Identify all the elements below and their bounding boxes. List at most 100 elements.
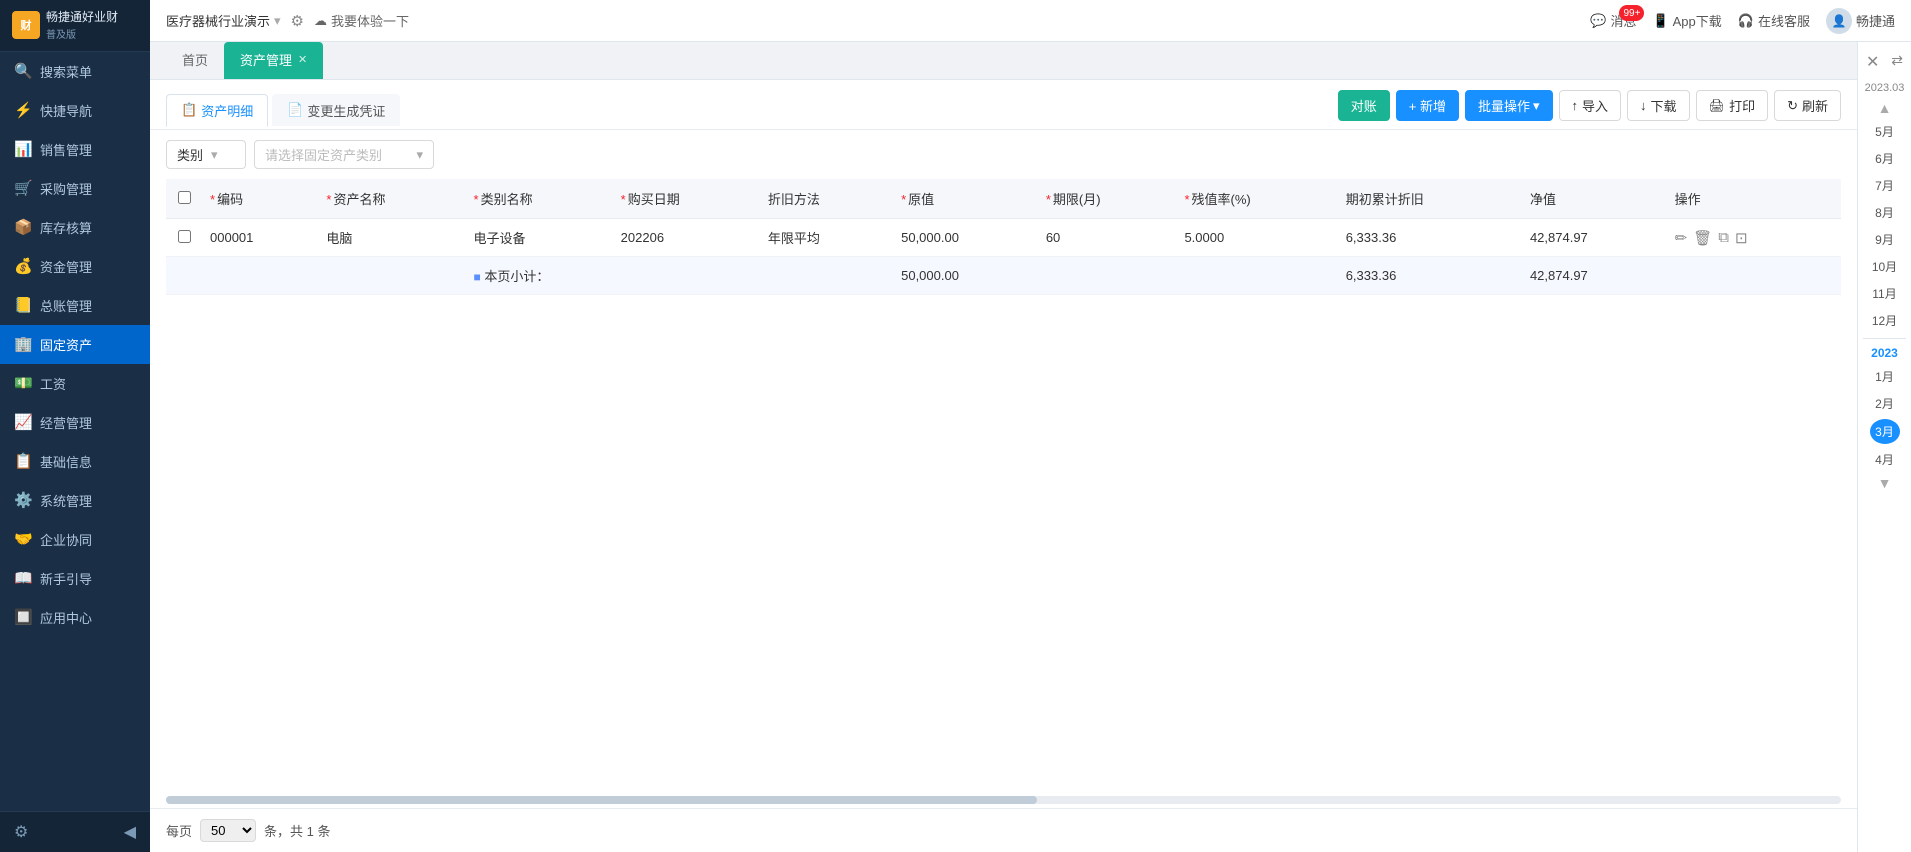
ledger-icon: 📒	[14, 296, 32, 314]
experience-label: 我要体验一下	[331, 11, 409, 30]
app-center-icon: 🔲	[14, 608, 32, 626]
sidebar-item-search[interactable]: 🔍 搜索菜单	[0, 52, 150, 91]
pagination: 每页 50 10 20 100 条，共 1 条	[150, 808, 1857, 852]
month-11[interactable]: 11月	[1858, 280, 1911, 307]
print-icon: 🖨	[1709, 98, 1726, 114]
batch-button[interactable]: 批量操作 ▾	[1465, 90, 1553, 121]
action-icons: ✏ 🗑 ⧉ ⊡	[1675, 229, 1833, 247]
import-label: 导入	[1582, 96, 1608, 115]
more-icon[interactable]: ⊡	[1735, 229, 1748, 247]
sidebar-item-label: 应用中心	[40, 608, 92, 627]
subtab-asset-detail-label: 资产明细	[201, 101, 253, 120]
guide-icon: 📖	[14, 569, 32, 587]
sidebar-item-guide[interactable]: 📖 新手引导	[0, 559, 150, 598]
sidebar-item-cooperation[interactable]: 🤝 企业协同	[0, 520, 150, 559]
subtab-depreciation-label: 变更生成凭证	[307, 101, 385, 120]
cell-purchase-date: 202206	[613, 219, 760, 257]
per-page-select[interactable]: 50 10 20 100	[200, 819, 256, 842]
tab-asset-mgmt[interactable]: 资产管理 ✕	[224, 42, 323, 79]
subtotal-empty6	[1667, 257, 1841, 295]
online-service-button[interactable]: 🎧 在线客服	[1738, 11, 1810, 30]
right-panel: ✕ ⇄ 2023.03 ▲ 5月 6月 7月 8月 9月 10月 11月 12月…	[1857, 42, 1911, 852]
settings-button[interactable]: ⚙	[291, 12, 304, 30]
subtotal-net-value: 42,874.97	[1522, 257, 1667, 295]
month-6[interactable]: 6月	[1858, 145, 1911, 172]
app-download-button[interactable]: 📱 App下载	[1652, 11, 1721, 30]
sidebar-item-purchase[interactable]: 🛒 采购管理	[0, 169, 150, 208]
header-period: *期限(月)	[1038, 179, 1177, 219]
sidebar-item-app-center[interactable]: 🔲 应用中心	[0, 598, 150, 637]
tab-close-icon[interactable]: ✕	[298, 53, 307, 66]
nav-down-icon[interactable]: ▼	[1876, 473, 1894, 493]
content-area: 首页 资产管理 ✕ 📋 资产明细 📄 变更生成凭证	[150, 42, 1911, 852]
horizontal-scrollbar[interactable]	[166, 796, 1841, 804]
import-button[interactable]: ↑ 导入	[1559, 90, 1622, 121]
print-button[interactable]: 🖨 打印	[1696, 90, 1769, 121]
experience-button[interactable]: ☁ 我要体验一下	[314, 11, 409, 30]
subtab-depreciation-voucher[interactable]: 📄 变更生成凭证	[272, 94, 400, 126]
table-row: 000001 电脑 电子设备 202206 年限平均 50,000.00 60 …	[166, 219, 1841, 257]
sub-tabs: 📋 资产明细 📄 变更生成凭证 对账 + 新增	[150, 80, 1857, 130]
right-panel-close-icon[interactable]: ✕	[1862, 48, 1883, 76]
subtotal-empty4	[1038, 257, 1177, 295]
inventory-icon: 📦	[14, 218, 32, 236]
collapse-icon[interactable]: ◀	[124, 822, 136, 842]
category-filter[interactable]: 类别 ▾	[166, 140, 246, 169]
tab-home[interactable]: 首页	[166, 42, 224, 79]
sidebar-item-inventory[interactable]: 📦 库存核算	[0, 208, 150, 247]
sidebar-item-quick-nav[interactable]: ⚡ 快捷导航	[0, 91, 150, 130]
month-10[interactable]: 10月	[1858, 253, 1911, 280]
month-12[interactable]: 12月	[1858, 307, 1911, 334]
header-checkbox-cell	[166, 179, 202, 219]
category-input[interactable]: 请选择固定资产类别 ▾	[254, 140, 434, 169]
copy-icon[interactable]: ⧉	[1718, 229, 1729, 246]
month-4[interactable]: 4月	[1858, 446, 1911, 473]
month-3-active[interactable]: 3月	[1870, 419, 1900, 444]
sidebar-item-general-ledger[interactable]: 📒 总账管理	[0, 286, 150, 325]
sidebar-item-fixed-assets[interactable]: 🏢 固定资产	[0, 325, 150, 364]
table-header-row: *编码 *资产名称 *类别名称 *购买日期 折旧方法 *原值 *期限(月) *残…	[166, 179, 1841, 219]
sidebar-item-funds[interactable]: 💰 资金管理	[0, 247, 150, 286]
subtotal-empty3	[318, 257, 465, 295]
cooperation-icon: 🤝	[14, 530, 32, 548]
sidebar-item-system[interactable]: ⚙️ 系统管理	[0, 481, 150, 520]
user-area[interactable]: 👤 畅捷通	[1826, 8, 1895, 34]
month-9[interactable]: 9月	[1858, 226, 1911, 253]
category-filter-arrow: ▾	[211, 147, 218, 163]
cell-original-value: 50,000.00	[893, 219, 1038, 257]
new-button[interactable]: + 新增	[1396, 90, 1459, 121]
message-button[interactable]: 💬 消息 99+	[1590, 11, 1636, 30]
quick-nav-icon: ⚡	[14, 101, 32, 119]
sidebar-menu: 🔍 搜索菜单 ⚡ 快捷导航 📊 销售管理 🛒 采购管理 📦 库存核算 💰 资金管…	[0, 52, 150, 811]
subtab-asset-detail[interactable]: 📋 资产明细	[166, 94, 268, 127]
month-8[interactable]: 8月	[1858, 199, 1911, 226]
right-panel-expand-icon[interactable]: ⇄	[1887, 48, 1907, 78]
settings-icon[interactable]: ⚙	[14, 822, 28, 842]
sidebar-item-operations[interactable]: 📈 经营管理	[0, 403, 150, 442]
download-button[interactable]: ↓ 下载	[1627, 90, 1690, 121]
page-content: 首页 资产管理 ✕ 📋 资产明细 📄 变更生成凭证	[150, 42, 1857, 852]
refresh-label: 刷新	[1802, 96, 1828, 115]
month-1[interactable]: 1月	[1858, 363, 1911, 390]
scrollbar-thumb[interactable]	[166, 796, 1037, 804]
delete-icon[interactable]: 🗑	[1693, 229, 1712, 247]
batch-dropdown-icon: ▾	[1533, 98, 1540, 114]
month-7[interactable]: 7月	[1858, 172, 1911, 199]
select-all-checkbox[interactable]	[178, 191, 191, 204]
account-button[interactable]: 对账	[1338, 90, 1390, 121]
nav-up-icon[interactable]: ▲	[1876, 98, 1894, 118]
month-5[interactable]: 5月	[1858, 118, 1911, 145]
refresh-button[interactable]: ↻ 刷新	[1774, 90, 1841, 121]
subtotal-empty	[166, 257, 202, 295]
sidebar-item-payroll[interactable]: 💵 工资	[0, 364, 150, 403]
cell-action: ✏ 🗑 ⧉ ⊡	[1667, 219, 1841, 257]
sidebar-item-sales[interactable]: 📊 销售管理	[0, 130, 150, 169]
message-icon: 💬	[1590, 13, 1606, 29]
edit-icon[interactable]: ✏	[1675, 229, 1688, 247]
company-selector[interactable]: 医疗器械行业演示 ▾	[166, 11, 281, 30]
sidebar-item-basic-info[interactable]: 📋 基础信息	[0, 442, 150, 481]
row-checkbox[interactable]	[178, 230, 191, 243]
inner-page: 📋 资产明细 📄 变更生成凭证 对账 + 新增	[150, 80, 1857, 852]
month-2[interactable]: 2月	[1858, 390, 1911, 417]
year-divider	[1863, 338, 1905, 339]
